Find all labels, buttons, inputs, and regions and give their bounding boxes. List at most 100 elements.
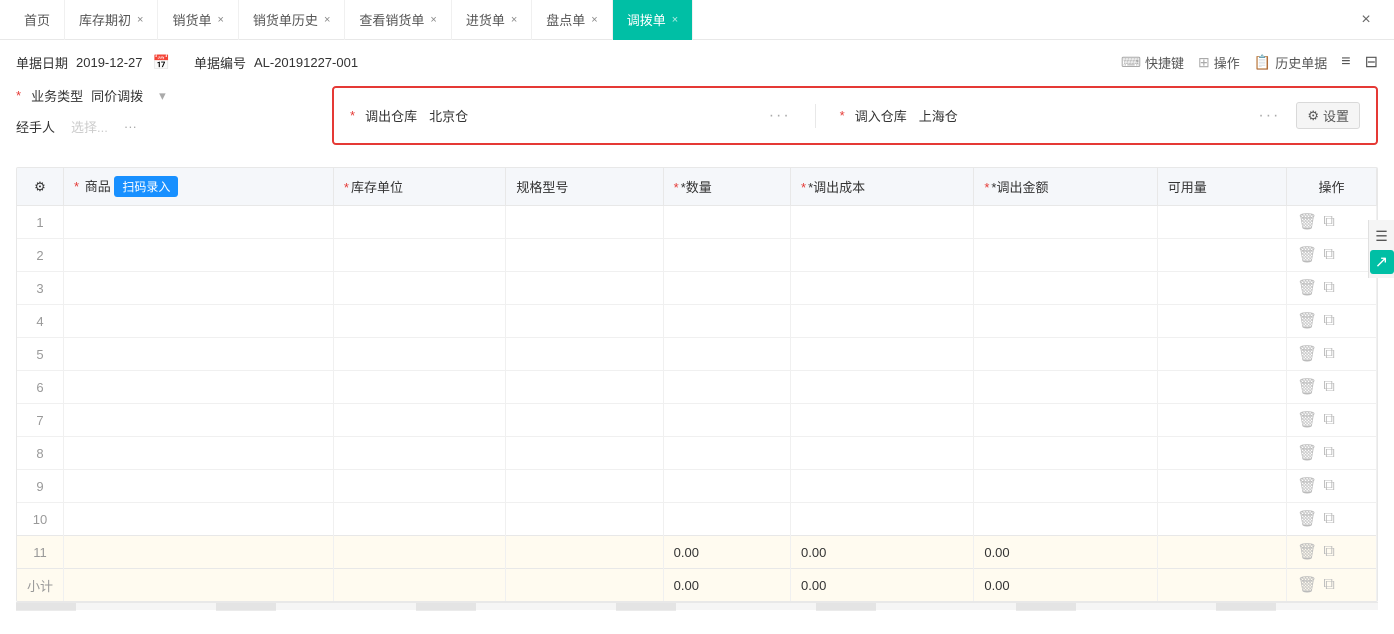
delete-icon[interactable]: 🗑 xyxy=(1297,542,1317,562)
copy-row-icon[interactable]: ⧉ xyxy=(1323,312,1334,330)
delete-row-icon[interactable]: 🗑 xyxy=(1297,278,1317,298)
product-cell[interactable] xyxy=(64,470,334,503)
amount-cell[interactable] xyxy=(974,272,1157,305)
scan-button[interactable]: 扫码录入 xyxy=(114,176,178,197)
qty-cell[interactable] xyxy=(663,272,790,305)
amount-cell[interactable] xyxy=(974,206,1157,239)
tab-inventory-init[interactable]: 库存期初 × xyxy=(65,0,158,40)
unit-cell[interactable] xyxy=(333,206,505,239)
copy-row-icon[interactable]: ⧉ xyxy=(1323,279,1334,297)
product-cell[interactable] xyxy=(64,404,334,437)
unit-cell[interactable] xyxy=(333,305,505,338)
cost-cell[interactable] xyxy=(791,437,974,470)
amount-cell[interactable] xyxy=(974,404,1157,437)
unit-cell[interactable] xyxy=(333,239,505,272)
unit-cell[interactable] xyxy=(333,338,505,371)
tab-close-view-sales[interactable]: × xyxy=(430,14,436,26)
unit-cell[interactable] xyxy=(333,371,505,404)
cost-cell[interactable] xyxy=(791,272,974,305)
spec-cell[interactable] xyxy=(506,470,663,503)
copy-row-icon[interactable]: ⧉ xyxy=(1323,378,1334,396)
cost-cell[interactable] xyxy=(791,305,974,338)
spec-cell[interactable] xyxy=(506,206,663,239)
amount-cell[interactable] xyxy=(974,371,1157,404)
cost-cell[interactable] xyxy=(791,503,974,536)
tab-home[interactable]: 首页 xyxy=(10,0,65,40)
date-value[interactable]: 2019-12-27 xyxy=(76,55,143,70)
panel-export-icon[interactable]: ↗ xyxy=(1370,250,1394,274)
tab-close-inventory-count[interactable]: × xyxy=(591,14,597,26)
biz-type-value[interactable]: 同价调拨 xyxy=(91,86,143,105)
product-cell[interactable] xyxy=(64,338,334,371)
qty-cell[interactable] xyxy=(663,404,790,437)
tab-purchase-order[interactable]: 进货单 × xyxy=(452,0,532,40)
copy-row-icon[interactable]: ⧉ xyxy=(1323,213,1334,231)
copy-row-icon[interactable]: ⧉ xyxy=(1323,246,1334,264)
copy-row-icon[interactable]: ⧉ xyxy=(1323,444,1334,462)
amount-cell[interactable] xyxy=(974,503,1157,536)
spec-cell[interactable] xyxy=(506,239,663,272)
delete-row-icon[interactable]: 🗑 xyxy=(1297,443,1317,463)
qty-cell[interactable] xyxy=(663,503,790,536)
operate-action[interactable]: ⊞ 操作 xyxy=(1198,53,1240,72)
amount-cell[interactable] xyxy=(974,338,1157,371)
amount-cell[interactable] xyxy=(974,437,1157,470)
cost-cell[interactable] xyxy=(791,371,974,404)
tab-close-sales-order[interactable]: × xyxy=(217,14,223,26)
product-cell[interactable] xyxy=(64,239,334,272)
product-cell[interactable] xyxy=(64,272,334,305)
handler-more-btn[interactable]: ··· xyxy=(124,119,137,134)
calendar-icon[interactable]: 📅 xyxy=(153,54,170,71)
qty-cell[interactable] xyxy=(663,470,790,503)
spec-cell[interactable] xyxy=(506,404,663,437)
subtotal-copy-icon[interactable]: ⧉ xyxy=(1323,576,1334,594)
unit-cell[interactable] xyxy=(333,404,505,437)
unit-cell[interactable] xyxy=(333,272,505,305)
in-warehouse-more-btn[interactable]: ··· xyxy=(1258,107,1280,125)
biz-type-dropdown-arrow[interactable]: ▾ xyxy=(159,88,166,104)
qty-cell[interactable] xyxy=(663,371,790,404)
delete-row-icon[interactable]: 🗑 xyxy=(1297,410,1317,430)
gear-column-header[interactable]: ⚙ xyxy=(17,168,64,206)
tab-sales-history[interactable]: 销货单历史 × xyxy=(239,0,345,40)
shortcut-action[interactable]: ⌨ 快捷键 xyxy=(1121,53,1184,72)
panel-list-icon[interactable]: ☰ xyxy=(1370,224,1394,248)
qty-cell[interactable] xyxy=(663,338,790,371)
product-cell[interactable] xyxy=(64,437,334,470)
delete-row-icon[interactable]: 🗑 xyxy=(1297,212,1317,232)
unit-cell[interactable] xyxy=(333,470,505,503)
layout-icon2-action[interactable]: ⊟ xyxy=(1365,52,1378,72)
delete-row-icon[interactable]: 🗑 xyxy=(1297,377,1317,397)
layout-icon1-action[interactable]: ≡ xyxy=(1341,53,1350,71)
cost-cell[interactable] xyxy=(791,338,974,371)
amount-cell[interactable] xyxy=(974,239,1157,272)
spec-cell[interactable] xyxy=(506,305,663,338)
product-cell[interactable] xyxy=(64,206,334,239)
out-warehouse-value[interactable]: 北京仓 xyxy=(429,106,468,125)
copy-icon[interactable]: ⧉ xyxy=(1323,543,1334,561)
spec-cell[interactable] xyxy=(506,503,663,536)
tab-close-inventory-init[interactable]: × xyxy=(137,14,143,26)
amount-cell[interactable] xyxy=(974,470,1157,503)
delete-row-icon[interactable]: 🗑 xyxy=(1297,311,1317,331)
tab-transfer-order[interactable]: 调拨单 × xyxy=(613,0,693,40)
delete-row-icon[interactable]: 🗑 xyxy=(1297,245,1317,265)
history-action[interactable]: 📋 历史单据 xyxy=(1254,53,1327,72)
unit-cell[interactable] xyxy=(333,437,505,470)
copy-row-icon[interactable]: ⧉ xyxy=(1323,411,1334,429)
product-cell[interactable] xyxy=(64,503,334,536)
copy-row-icon[interactable]: ⧉ xyxy=(1323,510,1334,528)
product-cell[interactable] xyxy=(64,305,334,338)
unit-cell[interactable] xyxy=(333,503,505,536)
delete-row-icon[interactable]: 🗑 xyxy=(1297,509,1317,529)
product-cell[interactable] xyxy=(64,371,334,404)
cost-cell[interactable] xyxy=(791,206,974,239)
spec-cell[interactable] xyxy=(506,371,663,404)
out-warehouse-more-btn[interactable]: ··· xyxy=(769,107,791,125)
qty-cell[interactable] xyxy=(663,239,790,272)
cost-cell[interactable] xyxy=(791,239,974,272)
copy-row-icon[interactable]: ⧉ xyxy=(1323,345,1334,363)
qty-cell[interactable] xyxy=(663,437,790,470)
spec-cell[interactable] xyxy=(506,272,663,305)
spec-cell[interactable] xyxy=(506,338,663,371)
